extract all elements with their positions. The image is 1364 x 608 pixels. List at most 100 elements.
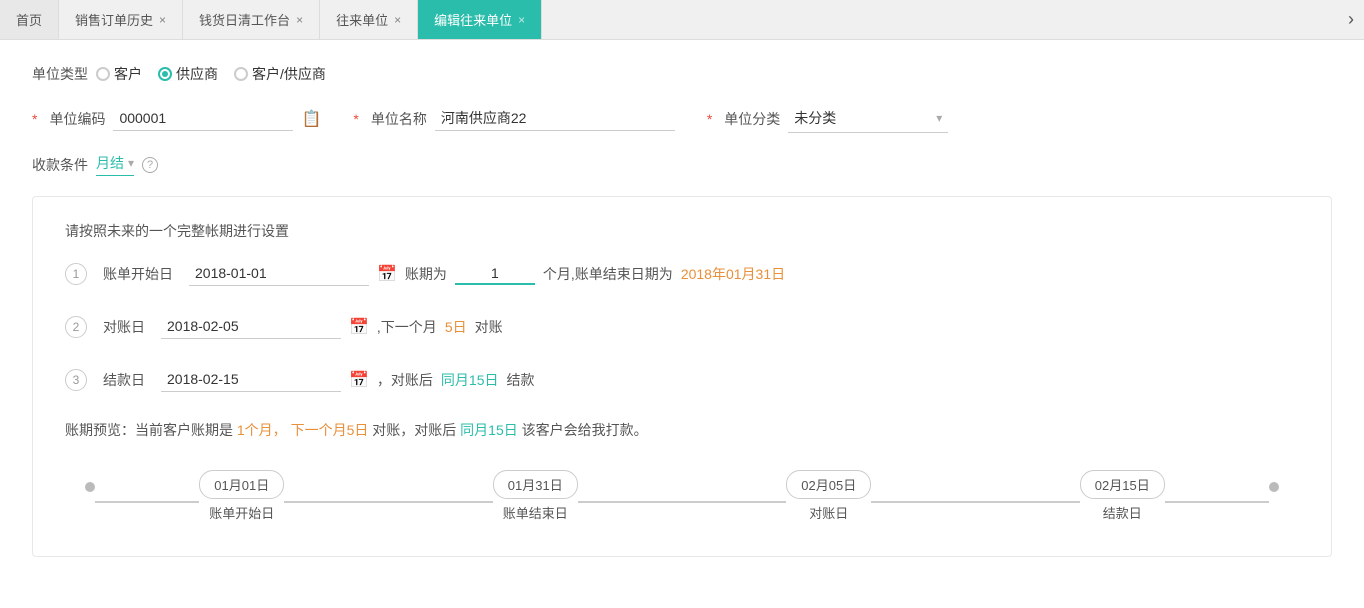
payment-field: 收款条件 月结 ▾ ?	[32, 153, 158, 176]
step-3-suffix: 结款	[507, 370, 535, 390]
unit-category-label: 单位分类	[724, 109, 780, 129]
unit-code-label: 单位编码	[49, 109, 105, 129]
unit-category-dropdown[interactable]: 未分类 ▾	[788, 104, 948, 133]
tl-label-2: 账单结束日	[503, 503, 568, 522]
radio-supplier[interactable]: 供应商	[158, 64, 218, 84]
settings-panel: 请按照未来的一个完整帐期进行设置 1 账单开始日 📅 账期为 个月,账单结束日期…	[32, 196, 1332, 557]
radio-both-circle	[234, 67, 248, 81]
step-1-period-end: 2018年01月31日	[681, 264, 785, 284]
unit-category-field: * 单位分类 未分类 ▾	[707, 104, 948, 133]
payment-help-icon[interactable]: ?	[142, 157, 158, 173]
tl-pill-1: 01月01日	[199, 470, 284, 499]
tab-contacts-label: 往来单位	[336, 10, 388, 29]
timeline: 01月01日 账单开始日 01月31日 账单结束日	[65, 460, 1299, 532]
tl-node-3: 02月05日 对账日	[682, 470, 976, 522]
step-1-number: 1	[65, 263, 87, 285]
step-1-label: 账单开始日	[103, 264, 173, 284]
step-2-label: 对账日	[103, 317, 145, 337]
tl-pill-3: 02月05日	[786, 470, 871, 499]
step-3-calendar-icon[interactable]: 📅	[349, 370, 369, 390]
unit-type-radio-group: 客户 供应商 客户/供应商	[96, 64, 326, 84]
tl-end-dot	[1269, 470, 1279, 492]
radio-supplier-label: 供应商	[176, 64, 218, 84]
radio-customer-circle	[96, 67, 110, 81]
preview-middle: 下一个月5日	[291, 422, 369, 438]
step-3-label: 结款日	[103, 370, 145, 390]
period-input[interactable]	[455, 263, 535, 285]
radio-both[interactable]: 客户/供应商	[234, 64, 326, 84]
tab-cash-clearance[interactable]: 钱货日清工作台 ×	[183, 0, 320, 39]
step-3-prefix: ，对账后	[377, 370, 433, 390]
unit-type-label: 单位类型	[32, 64, 88, 84]
step-3-date-input[interactable]	[161, 367, 341, 392]
tab-more-button[interactable]: ›	[1338, 0, 1364, 39]
tab-edit-contact-label: 编辑往来单位	[434, 10, 512, 29]
step-1-date-input[interactable]	[189, 261, 369, 286]
unit-code-input[interactable]	[113, 106, 293, 131]
step-2-date-input[interactable]	[161, 314, 341, 339]
tab-cash-clearance-label: 钱货日清工作台	[199, 10, 290, 29]
tab-home-label: 首页	[16, 10, 42, 29]
step-2-content: 📅 ,下一个月5日 对账	[161, 314, 503, 339]
tl-label-3: 对账日	[809, 503, 848, 522]
unit-code-field: * 单位编码 📋	[32, 106, 321, 131]
tab-contacts[interactable]: 往来单位 ×	[320, 0, 418, 39]
unit-category-arrow-icon: ▾	[936, 111, 942, 125]
step-2-day: 5日	[445, 317, 467, 337]
main-content: 单位类型 客户 供应商 客户/供应商 * 单位编码	[0, 40, 1364, 608]
radio-supplier-circle	[158, 67, 172, 81]
tl-node-4: 02月15日 结款日	[976, 470, 1270, 522]
step-3-number: 3	[65, 369, 87, 391]
unit-type-field: 单位类型 客户 供应商 客户/供应商	[32, 64, 326, 84]
step-3-content: 📅 ，对账后 同月15日 结款	[161, 367, 535, 392]
tab-home[interactable]: 首页	[0, 0, 59, 39]
panel-hint: 请按照未来的一个完整帐期进行设置	[65, 221, 1299, 241]
preview-suffix: 该客户会给我打款。	[522, 422, 648, 438]
unit-type-row: 单位类型 客户 供应商 客户/供应商	[32, 64, 1332, 84]
preview-prefix: 账期预览：当前客户账期是	[65, 422, 233, 438]
step-2-number: 2	[65, 316, 87, 338]
tl-pill-2: 01月31日	[493, 470, 578, 499]
step-1-calendar-icon[interactable]: 📅	[377, 264, 397, 284]
payment-row: 收款条件 月结 ▾ ?	[32, 153, 1332, 176]
tl-start-dot	[85, 470, 95, 492]
preview-teal: 同月15日	[460, 422, 518, 438]
unit-name-label: 单位名称	[371, 109, 427, 129]
preview-text: 账期预览：当前客户账期是 1个月， 下一个月5日 对账，对账后 同月15日 该客…	[65, 420, 1299, 440]
tab-edit-contact-close[interactable]: ×	[518, 13, 525, 27]
step-1-row: 1 账单开始日 📅 账期为 个月,账单结束日期为 2018年01月31日	[65, 261, 1299, 286]
step-2-row: 2 对账日 📅 ,下一个月5日 对账	[65, 314, 1299, 339]
tl-label-1: 账单开始日	[209, 503, 274, 522]
tl-pill-4: 02月15日	[1080, 470, 1165, 499]
payment-label: 收款条件	[32, 155, 88, 175]
tab-sales-history[interactable]: 销售订单历史 ×	[59, 0, 183, 39]
preview-month: 1个月，	[237, 422, 287, 438]
unit-category-required: *	[707, 111, 712, 127]
payment-arrow-icon: ▾	[128, 156, 134, 170]
unit-category-value: 未分类	[794, 108, 932, 128]
unit-name-field: * 单位名称	[353, 106, 674, 131]
unit-name-required: *	[353, 111, 358, 127]
step-3-row: 3 结款日 📅 ，对账后 同月15日 结款	[65, 367, 1299, 392]
tab-cash-clearance-close[interactable]: ×	[296, 13, 303, 27]
step-1-period-before: 账期为	[405, 264, 447, 284]
unit-code-required: *	[32, 111, 37, 127]
payment-value: 月结	[96, 153, 124, 173]
tl-node-2: 01月31日 账单结束日	[389, 470, 683, 522]
tabs-bar: 首页 销售订单历史 × 钱货日清工作台 × 往来单位 × 编辑往来单位 × ›	[0, 0, 1364, 40]
step-1-period-unit: 个月,账单结束日期为	[543, 264, 673, 284]
tl-node-1: 01月01日 账单开始日	[95, 470, 389, 522]
radio-both-label: 客户/供应商	[252, 64, 326, 84]
step-1-content: 📅 账期为 个月,账单结束日期为 2018年01月31日	[189, 261, 785, 286]
unit-code-copy-icon[interactable]: 📋	[301, 109, 321, 129]
unit-info-row: * 单位编码 📋 * 单位名称 * 单位分类 未分类 ▾	[32, 104, 1332, 133]
radio-customer[interactable]: 客户	[96, 64, 142, 84]
unit-name-input[interactable]	[435, 106, 675, 131]
step-2-calendar-icon[interactable]: 📅	[349, 317, 369, 337]
tab-edit-contact[interactable]: 编辑往来单位 ×	[418, 0, 542, 39]
step-3-day: 同月15日	[441, 370, 499, 390]
tab-sales-history-close[interactable]: ×	[159, 13, 166, 27]
tab-contacts-close[interactable]: ×	[394, 13, 401, 27]
payment-dropdown[interactable]: 月结 ▾	[96, 153, 134, 176]
tab-sales-history-label: 销售订单历史	[75, 10, 153, 29]
